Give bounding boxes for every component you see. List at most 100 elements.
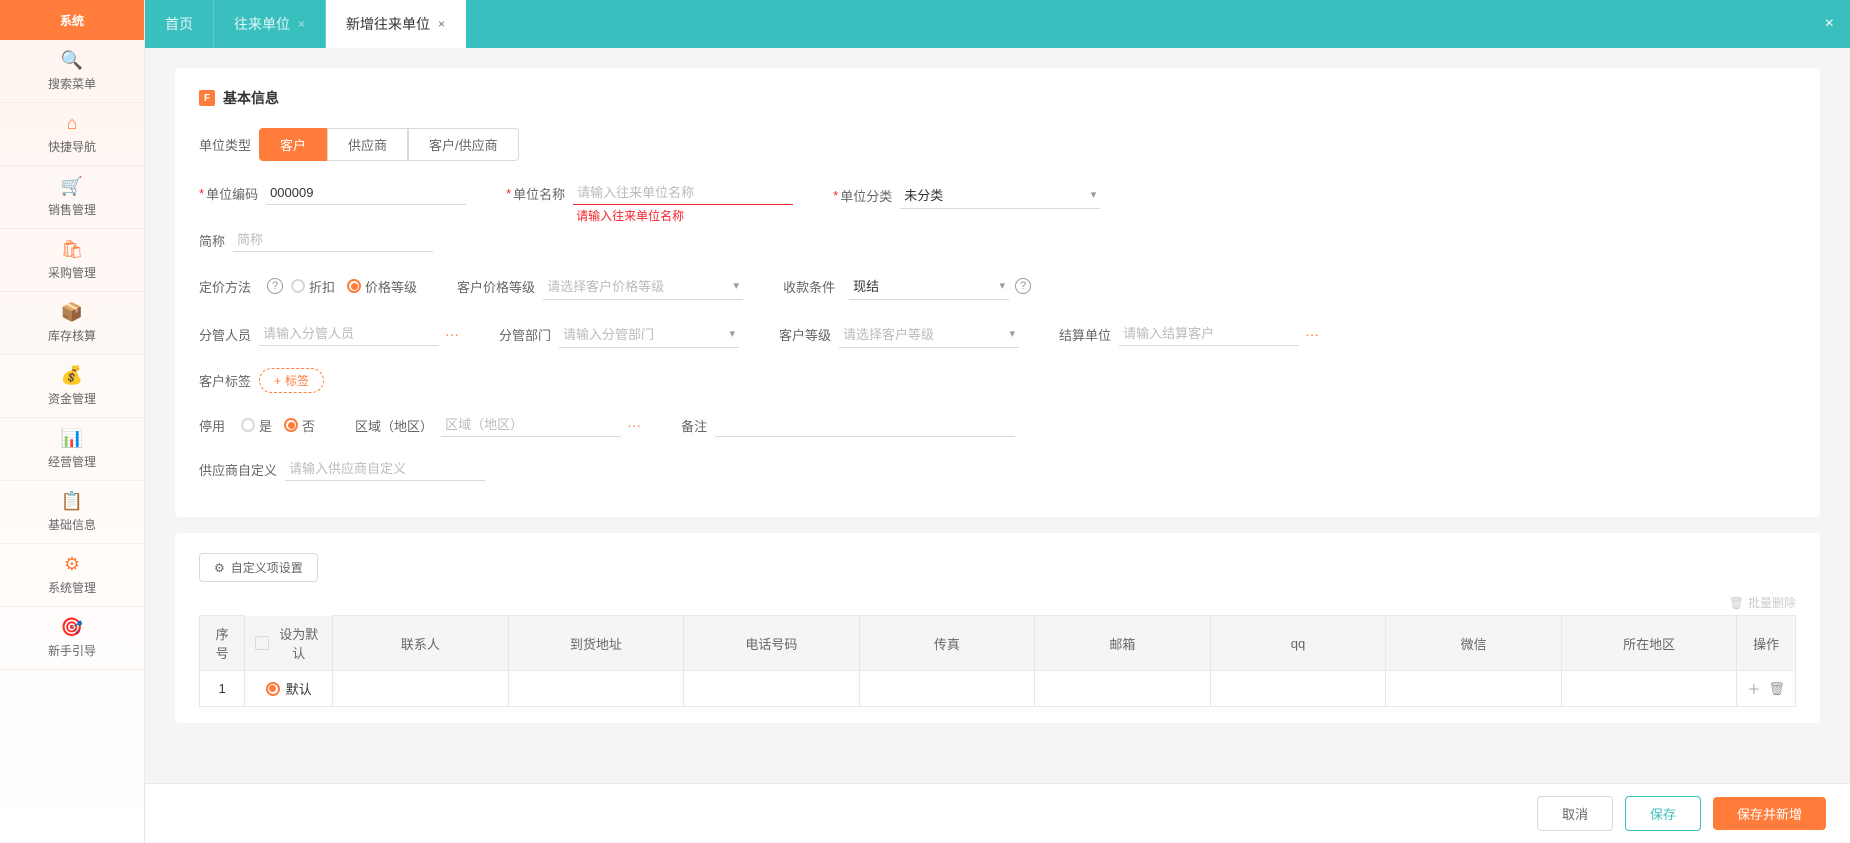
pricing-radio-level[interactable]: 价格等级	[347, 277, 417, 296]
default-radio-dot	[269, 685, 276, 692]
region-more-icon[interactable]: ···	[627, 417, 641, 433]
sidebar-item-purchase[interactable]: 🛍 采购管理	[0, 229, 144, 292]
cell-contact[interactable]	[333, 671, 509, 707]
pricing-help-icon[interactable]: ?	[267, 278, 283, 294]
dept-chevron-icon: ▾	[730, 327, 736, 340]
payment-terms-select[interactable]: 现结 ▾	[849, 272, 1009, 300]
manager-input[interactable]	[259, 322, 439, 346]
sidebar-item-sales[interactable]: 🛒 销售管理	[0, 166, 144, 229]
cell-phone[interactable]	[684, 671, 860, 707]
section-title-text: 基本信息	[223, 88, 279, 108]
search-icon: 🔍	[61, 50, 83, 71]
type-btn-customer[interactable]: 客户	[259, 128, 327, 161]
type-btn-both[interactable]: 客户/供应商	[408, 128, 519, 161]
tab-new-partner-close[interactable]: ×	[438, 18, 445, 30]
phone-input[interactable]	[694, 681, 849, 696]
unit-type-label: 单位类型	[199, 135, 251, 154]
tab-home[interactable]: 首页	[145, 0, 214, 48]
sidebar-item-finance[interactable]: 💰 资金管理	[0, 355, 144, 418]
customer-price-placeholder: 请选择客户价格等级	[547, 276, 664, 295]
manager-more-icon[interactable]: ···	[445, 326, 459, 342]
contacts-section: ⚙ 自定义项设置 🗑 批量删除 序号 设为默认 联系人 到货地址	[175, 533, 1820, 723]
col-region: 所在地区	[1561, 616, 1737, 671]
tab-new-partner[interactable]: 新增往来单位 ×	[326, 0, 466, 48]
unit-name-input[interactable]	[573, 181, 793, 205]
pricing-radio-level-circle	[347, 279, 361, 293]
tab-partners[interactable]: 往来单位 ×	[214, 0, 326, 48]
cell-wechat[interactable]	[1386, 671, 1562, 707]
short-name-input[interactable]	[233, 228, 433, 252]
remark-input[interactable]	[715, 413, 1015, 437]
fax-input[interactable]	[870, 681, 1025, 696]
col-contact: 联系人	[333, 616, 509, 671]
unit-type-group: 单位类型 客户 供应商 客户/供应商	[199, 128, 519, 161]
add-tag-button[interactable]: + 标签	[259, 368, 324, 393]
default-radio[interactable]	[266, 682, 280, 696]
wechat-input[interactable]	[1396, 681, 1551, 696]
settlement-input[interactable]	[1119, 322, 1299, 346]
supplier-custom-input[interactable]	[285, 457, 485, 481]
unit-code-label: 单位编码	[206, 184, 258, 203]
custom-settings-button[interactable]: ⚙ 自定义项设置	[199, 553, 318, 582]
pricing-radio-discount-label: 折扣	[309, 277, 335, 296]
cell-email[interactable]	[1035, 671, 1211, 707]
unit-code-input[interactable]	[266, 181, 466, 205]
customer-price-chevron-icon: ▾	[734, 279, 740, 292]
delete-row-icon[interactable]: 🗑	[1768, 681, 1785, 697]
cancel-button[interactable]: 取消	[1537, 796, 1613, 831]
region-input[interactable]	[441, 413, 621, 437]
disabled-yes-label: 是	[259, 416, 272, 435]
disabled-region-row: 停用 是 否 区	[199, 413, 1796, 437]
unit-name-group: * 单位名称 请输入往来单位名称	[506, 181, 793, 224]
customer-level-group: 客户等级 请选择客户等级 ▾	[779, 320, 1019, 348]
address-input[interactable]	[519, 681, 674, 696]
sidebar-item-label: 库存核算	[48, 327, 96, 344]
sidebar-item-operations[interactable]: 📊 经营管理	[0, 418, 144, 481]
customer-price-select[interactable]: 请选择客户价格等级 ▾	[543, 272, 743, 300]
table-body: 1 默认	[200, 671, 1796, 707]
pricing-radio-discount[interactable]: 折扣	[291, 277, 335, 296]
unit-category-select[interactable]: 未分类 ▾	[900, 181, 1100, 209]
sidebar-item-search[interactable]: 🔍 搜索菜单	[0, 40, 144, 103]
payment-terms-label: 收款条件	[783, 277, 835, 296]
cell-qq[interactable]	[1210, 671, 1386, 707]
close-all-tabs[interactable]: ×	[1809, 0, 1850, 48]
short-name-group: 简称	[199, 228, 433, 252]
save-button[interactable]: 保存	[1625, 796, 1701, 831]
settlement-more-icon[interactable]: ···	[1305, 326, 1319, 342]
save-new-button[interactable]: 保存并新增	[1713, 797, 1826, 830]
region-group: 区域（地区） ···	[355, 413, 641, 437]
disabled-radio-no[interactable]: 否	[284, 416, 315, 435]
sidebar-item-basic[interactable]: 📋 基础信息	[0, 481, 144, 544]
sidebar-item-inventory[interactable]: 📦 库存核算	[0, 292, 144, 355]
dept-select[interactable]: 请输入分管部门 ▾	[559, 320, 739, 348]
email-input[interactable]	[1045, 681, 1200, 696]
tab-partners-close[interactable]: ×	[298, 18, 305, 30]
contact-input[interactable]	[343, 681, 498, 696]
custom-settings-label: 自定义项设置	[231, 559, 303, 576]
header-checkbox[interactable]	[255, 636, 269, 650]
cell-fax[interactable]	[859, 671, 1035, 707]
sidebar-item-guide[interactable]: 🎯 新手引导	[0, 607, 144, 670]
cell-region[interactable]	[1561, 671, 1737, 707]
customer-level-label: 客户等级	[779, 325, 831, 344]
disabled-radio-yes[interactable]: 是	[241, 416, 272, 435]
cell-address[interactable]	[508, 671, 684, 707]
short-name-row: 简称	[199, 228, 1796, 252]
disabled-no-circle	[284, 418, 298, 432]
sidebar-item-system[interactable]: ⚙ 系统管理	[0, 544, 144, 607]
payment-terms-value: 现结	[853, 276, 879, 295]
col-email: 邮箱	[1035, 616, 1211, 671]
doc-icon: 📋	[61, 491, 83, 512]
tags-row: 客户标签 + 标签	[199, 368, 1796, 393]
payment-help-icon[interactable]: ?	[1015, 278, 1031, 294]
qq-input[interactable]	[1221, 681, 1376, 696]
row-region-input[interactable]	[1572, 681, 1727, 696]
customer-level-select[interactable]: 请选择客户等级 ▾	[839, 320, 1019, 348]
sidebar-item-quicknav[interactable]: ⌂ 快捷导航	[0, 103, 144, 166]
footer: 取消 保存 保存并新增	[145, 783, 1850, 843]
type-btn-supplier[interactable]: 供应商	[327, 128, 408, 161]
tab-home-label: 首页	[165, 14, 193, 34]
add-row-icon[interactable]: ＋	[1747, 679, 1760, 698]
supplier-custom-row: 供应商自定义	[199, 457, 1796, 481]
